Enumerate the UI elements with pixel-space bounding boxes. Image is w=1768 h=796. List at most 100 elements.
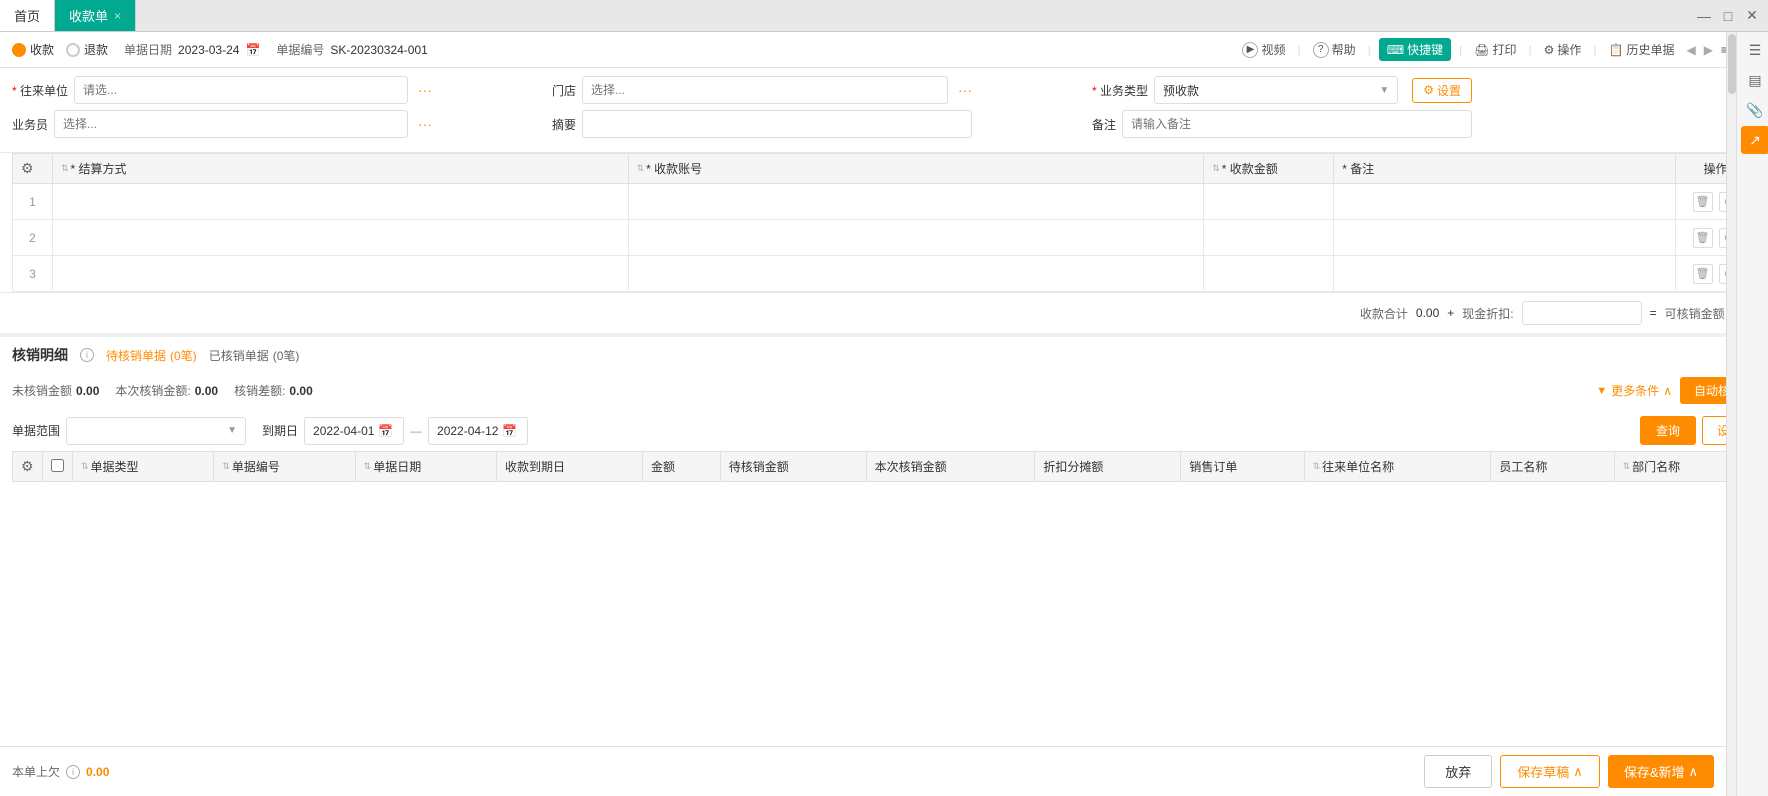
tab-pending[interactable]: 待核销单据 (0笔)	[106, 347, 197, 364]
col-doc-type: ⇅单据类型	[73, 452, 214, 482]
col-discount: 折扣分摊额	[1035, 452, 1181, 482]
sidebar-icon-1[interactable]: ☰	[1741, 36, 1768, 64]
help-icon: ?	[1313, 42, 1329, 58]
query-btn[interactable]: 查询	[1640, 416, 1696, 445]
staff-more-icon[interactable]: ···	[418, 116, 432, 132]
date-to-picker[interactable]: 2022-04-12 📅	[428, 417, 528, 445]
radio-refund[interactable]: 退款	[66, 41, 108, 58]
calendar-icon[interactable]: 📅	[245, 43, 260, 57]
table-gear-icon[interactable]: ⚙	[21, 160, 34, 176]
radio-receipt[interactable]: 收款	[12, 41, 54, 58]
minimize-btn[interactable]: —	[1696, 8, 1712, 24]
total-value: 0.00	[1416, 306, 1439, 320]
col-settlement: ⇅* 结算方式	[53, 154, 629, 184]
row-3-amount[interactable]	[1204, 256, 1334, 292]
row-1-settlement[interactable]	[53, 184, 629, 220]
close-btn[interactable]: ✕	[1744, 8, 1760, 24]
row-3-settlement[interactable]	[53, 256, 629, 292]
info-icon-footer[interactable]: i	[66, 765, 80, 779]
row-3-account[interactable]	[628, 256, 1204, 292]
row-1-delete-icon[interactable]: 🗑	[1693, 192, 1713, 212]
video-btn[interactable]: ▶ 视频	[1238, 39, 1289, 60]
row-3-note[interactable]	[1334, 256, 1676, 292]
sidebar-icon-3[interactable]: 📎	[1741, 96, 1768, 124]
table-row: 3 🗑 ⊕	[13, 256, 1756, 292]
tab-receipt-close[interactable]: ×	[114, 9, 121, 23]
print-btn[interactable]: 🖨 打印	[1470, 39, 1520, 60]
number-field: 单据编号 SK-20230324-001	[276, 41, 427, 58]
operation-icon: ⚙	[1544, 43, 1555, 57]
scrollbar[interactable]	[1726, 32, 1736, 796]
history-btn[interactable]: 📋 历史单据	[1604, 39, 1678, 60]
chevron-up-icon: ∧	[1663, 384, 1672, 398]
shortcut-btn[interactable]: ⌨ 快捷键	[1379, 38, 1451, 61]
more-conditions-btn[interactable]: ▼ 更多条件 ∧	[1596, 382, 1672, 399]
draft-chevron: ∧	[1573, 764, 1583, 780]
current-value: 0.00	[195, 384, 218, 398]
scrollbar-thumb[interactable]	[1728, 34, 1736, 94]
radio-refund-label: 退款	[84, 41, 108, 58]
store-input[interactable]	[582, 76, 948, 104]
summary-input[interactable]	[582, 110, 972, 138]
row-2-delete-icon[interactable]: 🗑	[1693, 228, 1713, 248]
unverified-label: 未核销金额	[12, 382, 72, 399]
partner-more-icon[interactable]: ···	[418, 82, 432, 98]
form-row-2: 业务员 ··· 摘要 备注	[12, 110, 1756, 138]
history-icon: 📋	[1608, 43, 1623, 57]
staff-field: 业务员 ···	[12, 110, 432, 138]
row-2-amount[interactable]	[1204, 220, 1334, 256]
maximize-btn[interactable]: □	[1720, 8, 1736, 24]
note-input[interactable]	[1122, 110, 1472, 138]
row-1-note[interactable]	[1334, 184, 1676, 220]
row-1-account[interactable]	[628, 184, 1204, 220]
tab-home-label: 首页	[14, 6, 40, 25]
bottom-table-gear-icon[interactable]: ⚙	[21, 458, 34, 474]
date-from-picker[interactable]: 2022-04-01 📅	[304, 417, 404, 445]
abandon-btn[interactable]: 放弃	[1424, 755, 1492, 788]
operation-btn[interactable]: ⚙ 操作	[1540, 39, 1586, 60]
date-from-label: 到期日	[262, 422, 298, 439]
row-2-note[interactable]	[1334, 220, 1676, 256]
store-more-icon[interactable]: ···	[958, 82, 972, 98]
draft-btn[interactable]: 保存草稿 ∧	[1500, 755, 1600, 788]
arrow-right-icon[interactable]: ▶	[1704, 43, 1713, 57]
sidebar-icon-4[interactable]: ↗	[1741, 126, 1768, 154]
date-from-value: 2022-04-01	[313, 424, 374, 438]
settings-button[interactable]: ⚙ 设置	[1412, 78, 1472, 103]
window-controls: — □ ✕	[1696, 8, 1768, 24]
select-all-checkbox[interactable]	[51, 459, 64, 472]
tab-home[interactable]: 首页	[0, 0, 55, 31]
verify-section: 核销明细 i 待核销单据 (0笔) 已核销单据 (0笔) 未核销金额 0.00 …	[0, 333, 1768, 482]
tab-receipt[interactable]: 收款单 ×	[55, 0, 136, 31]
number-label: 单据编号	[276, 41, 324, 58]
partner-input[interactable]	[74, 76, 408, 104]
row-3-delete-icon[interactable]: 🗑	[1693, 264, 1713, 284]
row-num-2: 2	[13, 220, 53, 256]
row-num-1: 1	[13, 184, 53, 220]
date-value: 2023-03-24	[178, 43, 239, 57]
store-label: 门店	[552, 82, 576, 99]
staff-input[interactable]	[54, 110, 408, 138]
partner-field: 往来单位 ···	[12, 76, 432, 104]
form-section: 往来单位 ··· 门店 ··· 业务类型 预收款 ▼ ⚙	[0, 68, 1768, 153]
sidebar-icon-2[interactable]: ▤	[1741, 66, 1768, 94]
balance-label: 本单上欠	[12, 763, 60, 780]
col-checkbox: ⚙	[13, 452, 43, 482]
verify-info-icon[interactable]: i	[80, 348, 94, 362]
calendar-from-icon: 📅	[378, 424, 393, 438]
arrow-left-icon[interactable]: ◀	[1686, 43, 1695, 57]
footer-right: 放弃 保存草稿 ∧ 保存&新增 ∧	[1424, 755, 1714, 788]
col-sales-order: 销售订单	[1181, 452, 1304, 482]
save-btn[interactable]: 保存&新增 ∧	[1608, 755, 1714, 788]
help-btn[interactable]: ? 帮助	[1309, 39, 1360, 60]
col-checkbox-select	[43, 452, 73, 482]
business-type-select[interactable]: 预收款 ▼	[1154, 76, 1398, 104]
tab-done[interactable]: 已核销单据 (0笔)	[209, 347, 300, 364]
row-2-settlement[interactable]	[53, 220, 629, 256]
row-2-account[interactable]	[628, 220, 1204, 256]
current-label: 本次核销金额:	[115, 382, 190, 399]
unverified-value: 0.00	[76, 384, 99, 398]
row-1-amount[interactable]	[1204, 184, 1334, 220]
discount-input[interactable]	[1522, 301, 1642, 325]
range-select[interactable]: ▼	[66, 417, 246, 445]
